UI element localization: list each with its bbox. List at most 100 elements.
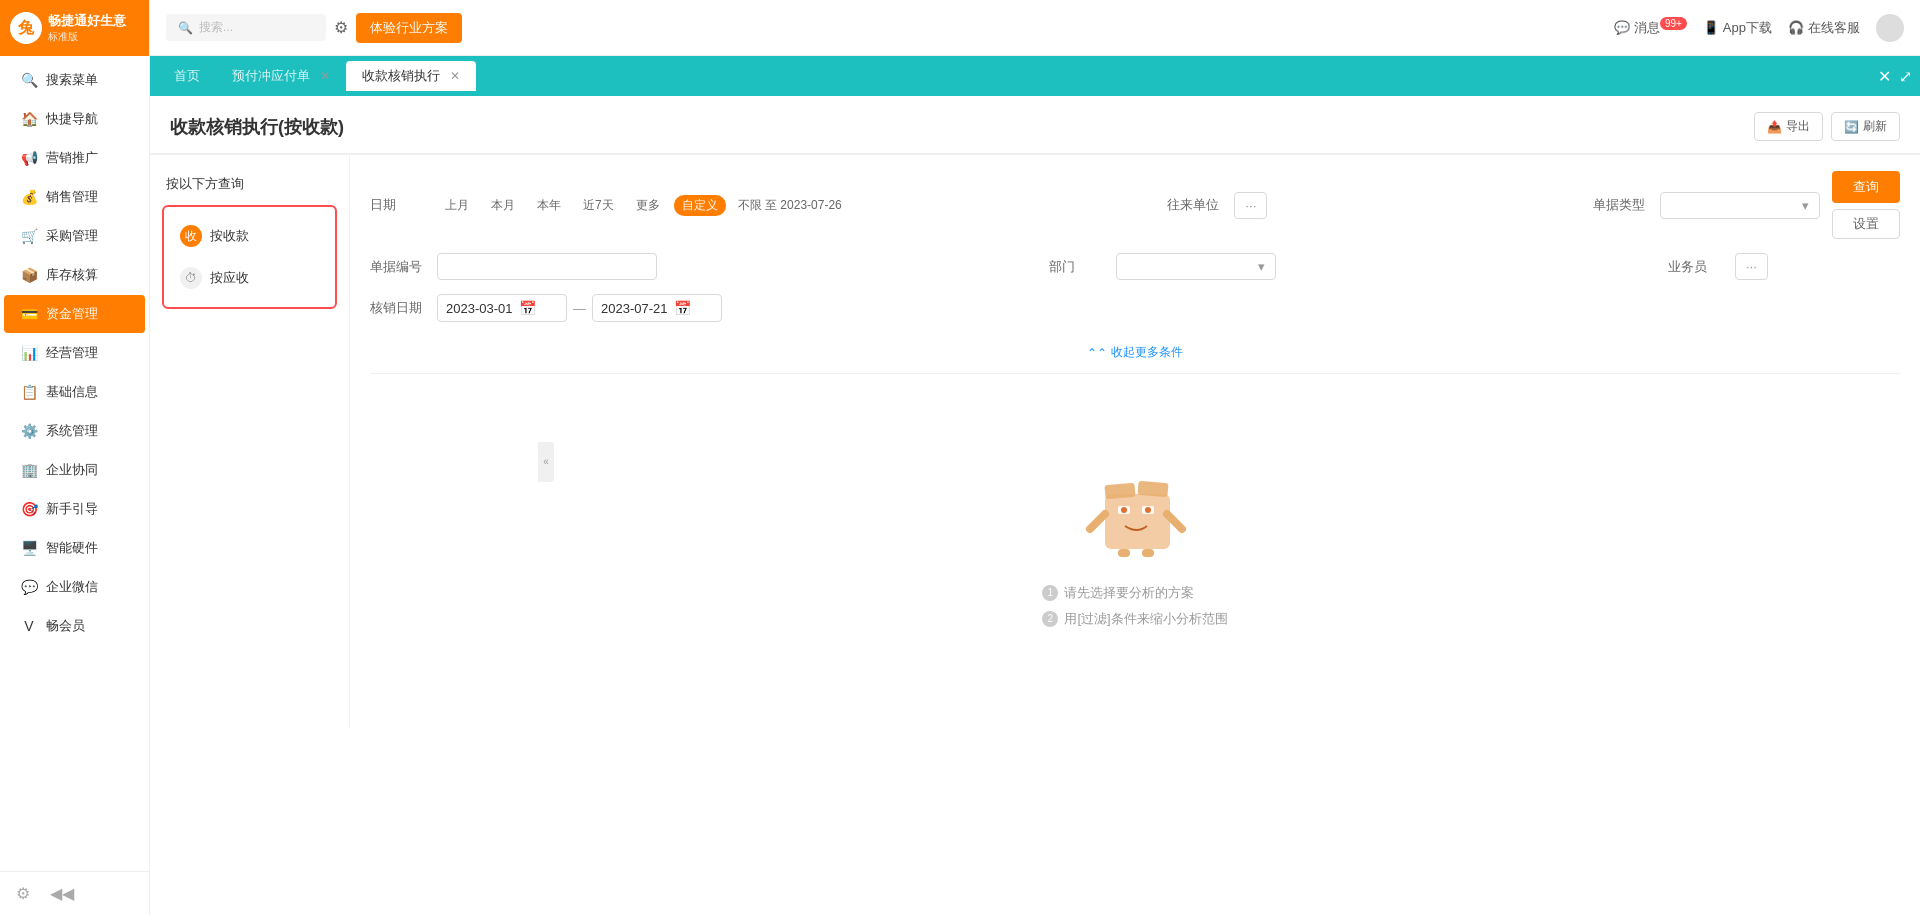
date-shortcut-thismonth[interactable]: 本月	[483, 195, 523, 216]
inventory-icon: 📦	[20, 267, 38, 283]
filter-option-by-receipt[interactable]: 收 按收款	[164, 215, 335, 257]
online-service-button[interactable]: 🎧 在线客服	[1788, 19, 1860, 37]
sidebar-item-member[interactable]: V 畅会员	[4, 607, 145, 645]
export-label: 导出	[1786, 118, 1810, 135]
sidebar-item-inventory[interactable]: 📦 库存核算	[4, 256, 145, 294]
setting-button[interactable]: 设置	[1832, 209, 1900, 239]
app-download-button[interactable]: 📱 App下载	[1703, 19, 1772, 37]
sidebar-item-fund[interactable]: 💳 资金管理	[4, 295, 145, 333]
tab-prepay-close-icon[interactable]: ✕	[320, 69, 330, 83]
tab-receipt[interactable]: 收款核销执行 ✕	[346, 61, 476, 91]
sidebar: 兔 畅捷通好生意 标准版 🔍 搜索菜单 🏠 快捷导航 📢 营销推广 💰 销售管理…	[0, 0, 150, 915]
page-inner: 收款核销执行(按收款) 📤 导出 🔄 刷新 按以下方查询	[150, 96, 1920, 915]
empty-text: 1 请先选择要分析的方案 2 用[过滤]条件来缩小分析范围	[1042, 580, 1227, 632]
hint-text-2: 用[过滤]条件来缩小分析范围	[1064, 606, 1227, 632]
close-window-icon[interactable]: ✕	[1878, 67, 1891, 86]
date-label: 日期	[370, 196, 425, 214]
sidebar-item-guide[interactable]: 🎯 新手引导	[4, 490, 145, 528]
filter-option-by-receivable[interactable]: ⏱ 按应收	[164, 257, 335, 299]
page-title: 收款核销执行(按收款)	[170, 115, 344, 139]
sidebar-item-basic[interactable]: 📋 基础信息	[4, 373, 145, 411]
settings-icon[interactable]: ⚙	[16, 884, 30, 903]
tab-receipt-label: 收款核销执行	[362, 67, 440, 85]
chevron-up-icon: ⌃⌃	[1087, 346, 1107, 360]
tab-receipt-close-icon[interactable]: ✕	[450, 69, 460, 83]
query-button[interactable]: 查询	[1832, 171, 1900, 203]
sidebar-item-system[interactable]: ⚙️ 系统管理	[4, 412, 145, 450]
phone-icon: 📱	[1703, 20, 1719, 35]
app-edition: 标准版	[48, 30, 126, 43]
sidebar-item-operation[interactable]: 📊 经营管理	[4, 334, 145, 372]
tab-home[interactable]: 首页	[158, 61, 216, 91]
tab-prepay[interactable]: 预付冲应付单 ✕	[216, 61, 346, 91]
tabbar: 首页 预付冲应付单 ✕ 收款核销执行 ✕ ✕ ⤢	[150, 56, 1920, 96]
svg-rect-0	[1105, 494, 1170, 549]
industry-solution-button[interactable]: 体验行业方案	[356, 13, 462, 43]
page-content: 收款核销执行(按收款) 📤 导出 🔄 刷新 按以下方查询	[150, 96, 1920, 915]
bill-no-input[interactable]	[437, 253, 657, 280]
bill-type-select[interactable]: ▾	[1660, 192, 1820, 219]
svg-point-6	[1145, 507, 1151, 513]
online-service-label: 在线客服	[1808, 19, 1860, 37]
user-avatar[interactable]	[1876, 14, 1904, 42]
search-icon: 🔍	[178, 21, 193, 35]
collapse-more-button[interactable]: ⌃⌃ 收起更多条件	[1087, 344, 1183, 361]
sidebar-item-label: 新手引导	[46, 500, 98, 518]
search-placeholder-text: 搜索...	[199, 19, 233, 36]
verify-date-end-input[interactable]: 2023-07-21 📅	[592, 294, 722, 322]
date-shortcut-more[interactable]: 更多	[628, 195, 668, 216]
sidebar-item-wechat[interactable]: 💬 企业微信	[4, 568, 145, 606]
counterparty-input[interactable]: ···	[1234, 192, 1267, 219]
sidebar-item-hardware[interactable]: 🖥️ 智能硬件	[4, 529, 145, 567]
sidebar-item-enterprise[interactable]: 🏢 企业协同	[4, 451, 145, 489]
sidebar-item-shortcut[interactable]: 🏠 快捷导航	[4, 100, 145, 138]
query-actions: 查询 设置	[1832, 171, 1900, 239]
dept-label: 部门	[1049, 258, 1104, 276]
sidebar-item-purchase[interactable]: 🛒 采购管理	[4, 217, 145, 255]
sidebar-item-search[interactable]: 🔍 搜索菜单	[4, 61, 145, 99]
date-shortcuts: 上月 本月 本年 近7天 更多 自定义	[437, 195, 726, 216]
service-icon: 🎧	[1788, 20, 1804, 35]
calendar-end-icon: 📅	[674, 300, 691, 316]
date-shortcut-thisyear[interactable]: 本年	[529, 195, 569, 216]
verify-date-start-value: 2023-03-01	[446, 301, 513, 316]
page-header: 收款核销执行(按收款) 📤 导出 🔄 刷新	[150, 96, 1920, 154]
svg-rect-10	[1142, 549, 1154, 557]
collapse-sidebar-icon[interactable]: ◀◀	[50, 884, 74, 903]
collapse-more-label: 收起更多条件	[1111, 344, 1183, 361]
query-area: 日期 上月 本月 本年 近7天 更多 自定义 不限 至 2023-07-26 往…	[350, 155, 1920, 728]
bill-no-label: 单据编号	[370, 258, 425, 276]
dept-select[interactable]: ▾	[1116, 253, 1276, 280]
svg-rect-2	[1137, 481, 1168, 498]
svg-point-5	[1121, 507, 1127, 513]
system-icon: ⚙️	[20, 423, 38, 439]
export-button[interactable]: 📤 导出	[1754, 112, 1823, 141]
query-row-1: 日期 上月 本月 本年 近7天 更多 自定义 不限 至 2023-07-26 往…	[370, 171, 1900, 239]
sidebar-item-label: 采购管理	[46, 227, 98, 245]
topbar-gear-icon[interactable]: ⚙	[334, 18, 348, 37]
salesperson-input[interactable]: ···	[1735, 253, 1768, 280]
message-badge: 99+	[1660, 17, 1687, 30]
sales-icon: 💰	[20, 189, 38, 205]
message-button[interactable]: 💬 消息 99+	[1614, 19, 1687, 37]
collapse-more-area: ⌃⌃ 收起更多条件	[370, 336, 1900, 361]
message-label: 消息	[1634, 19, 1660, 37]
fund-icon: 💳	[20, 306, 38, 322]
app-download-label: App下载	[1723, 19, 1772, 37]
verify-date-start-input[interactable]: 2023-03-01 📅	[437, 294, 567, 322]
date-shortcut-lastmonth[interactable]: 上月	[437, 195, 477, 216]
search-icon: 🔍	[20, 72, 38, 88]
receivable-option-icon: ⏱	[180, 267, 202, 289]
guide-icon: 🎯	[20, 501, 38, 517]
sidebar-menu: 🔍 搜索菜单 🏠 快捷导航 📢 营销推广 💰 销售管理 🛒 采购管理 📦 库存核…	[0, 56, 149, 871]
date-shortcut-custom[interactable]: 自定义	[674, 195, 726, 216]
date-shortcut-7days[interactable]: 近7天	[575, 195, 622, 216]
maximize-icon[interactable]: ⤢	[1899, 67, 1912, 86]
topbar-search-area[interactable]: 🔍 搜索...	[166, 14, 326, 41]
sidebar-item-marketing[interactable]: 📢 营销推广	[4, 139, 145, 177]
tab-prepay-label: 预付冲应付单	[232, 67, 310, 85]
sidebar-item-sales[interactable]: 💰 销售管理	[4, 178, 145, 216]
refresh-button[interactable]: 🔄 刷新	[1831, 112, 1900, 141]
content-layout: 按以下方查询 收 按收款 ⏱ 按应收 «	[150, 155, 1920, 728]
filter-panel: 收 按收款 ⏱ 按应收	[162, 205, 337, 309]
